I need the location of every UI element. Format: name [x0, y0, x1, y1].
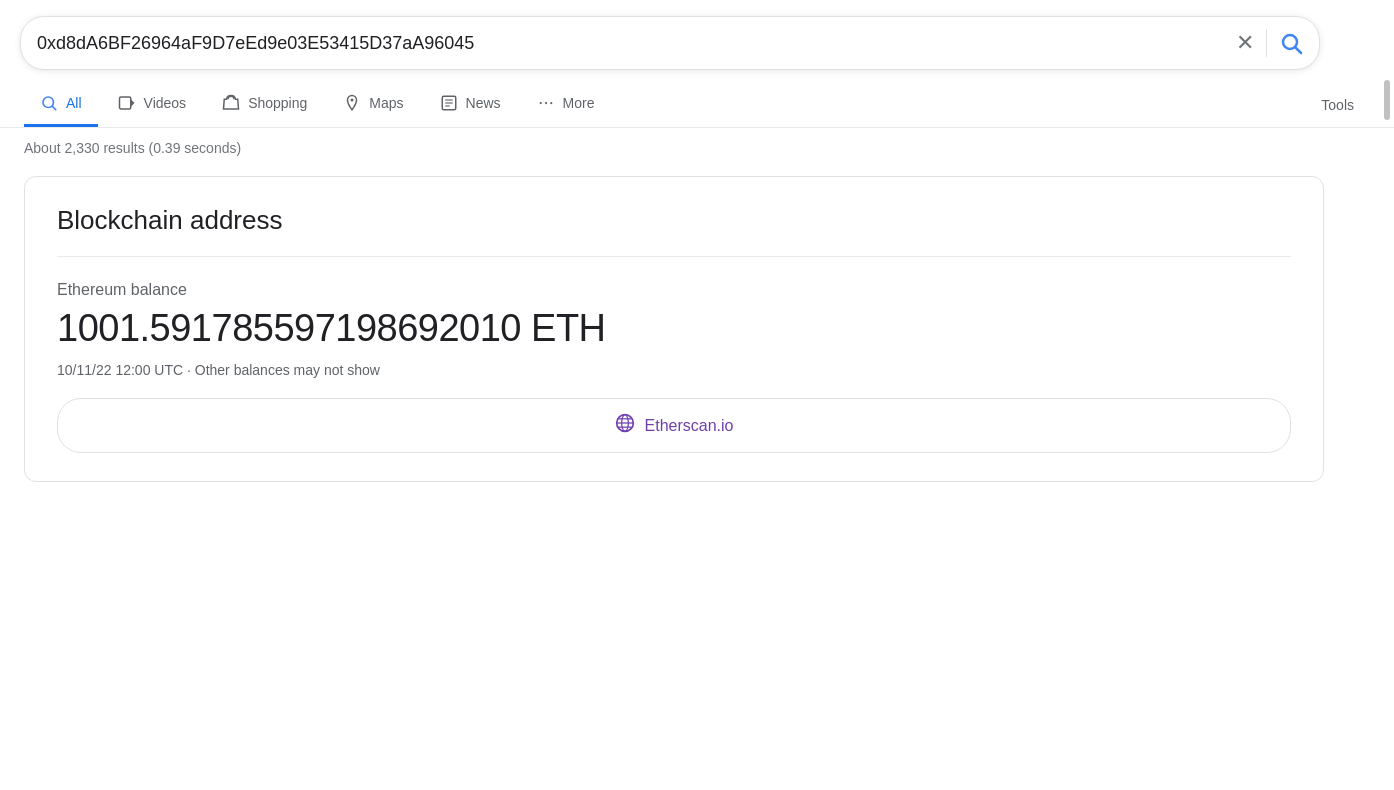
globe-icon [615, 413, 635, 438]
search-divider [1266, 29, 1267, 57]
tab-shopping[interactable]: Shopping [206, 82, 323, 127]
tab-videos[interactable]: Videos [102, 82, 203, 127]
svg-point-6 [351, 99, 354, 102]
svg-line-3 [52, 106, 55, 109]
svg-point-11 [539, 102, 541, 104]
ethereum-timestamp: 10/11/22 12:00 UTC · Other balances may … [57, 362, 1291, 378]
search-bar: ✕ [20, 16, 1320, 70]
svg-point-12 [544, 102, 546, 104]
tab-news[interactable]: News [424, 82, 517, 127]
tab-more[interactable]: More [521, 82, 611, 127]
tab-maps-label: Maps [369, 95, 403, 111]
more-dots-icon [537, 94, 555, 112]
search-bar-container: ✕ [0, 0, 1394, 78]
tools-button[interactable]: Tools [1305, 85, 1370, 125]
etherscan-button[interactable]: Etherscan.io [57, 398, 1291, 453]
news-icon [440, 94, 458, 112]
ethereum-label: Ethereum balance [57, 281, 1291, 299]
tab-news-label: News [466, 95, 501, 111]
svg-point-13 [550, 102, 552, 104]
blockchain-divider [57, 256, 1291, 257]
tab-all-label: All [66, 95, 82, 111]
tab-videos-label: Videos [144, 95, 187, 111]
video-icon [118, 94, 136, 112]
search-input[interactable] [37, 33, 1236, 54]
nav-tabs: All Videos Shopping [0, 82, 1394, 128]
svg-marker-5 [130, 99, 134, 107]
tab-all[interactable]: All [24, 82, 98, 127]
search-icon[interactable] [1279, 31, 1303, 55]
all-search-icon [40, 94, 58, 112]
tab-more-label: More [563, 95, 595, 111]
blockchain-card-title: Blockchain address [57, 205, 1291, 236]
results-count: About 2,330 results (0.39 seconds) [0, 128, 1394, 168]
clear-icon[interactable]: ✕ [1236, 30, 1254, 56]
main-content: Blockchain address Ethereum balance 1001… [0, 168, 1394, 490]
tab-shopping-label: Shopping [248, 95, 307, 111]
blockchain-card: Blockchain address Ethereum balance 1001… [24, 176, 1324, 482]
ethereum-balance: 1001.591785597198692010 ETH [57, 307, 1291, 350]
maps-icon [343, 94, 361, 112]
etherscan-label: Etherscan.io [645, 417, 734, 435]
tab-maps[interactable]: Maps [327, 82, 419, 127]
shopping-icon [222, 94, 240, 112]
svg-line-1 [1296, 48, 1302, 54]
svg-rect-4 [119, 97, 130, 109]
scrollbar[interactable] [1384, 80, 1390, 120]
